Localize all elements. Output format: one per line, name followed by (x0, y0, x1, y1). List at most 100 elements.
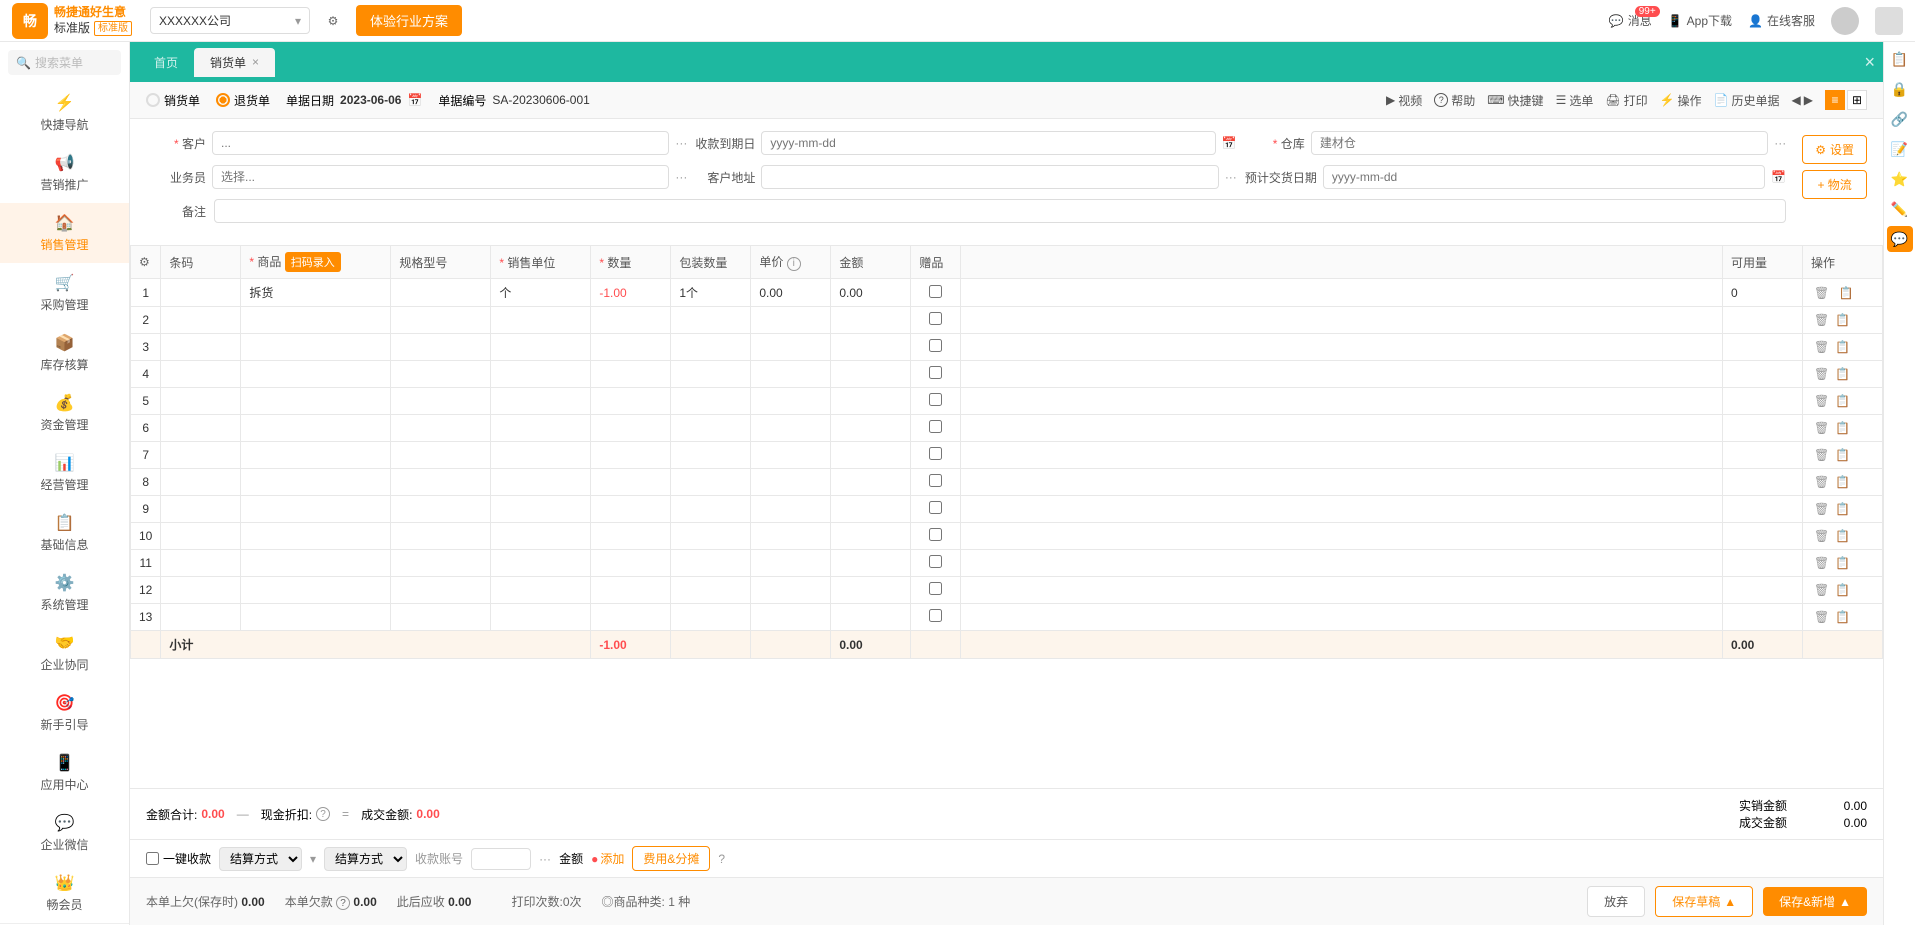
copy-row-12[interactable]: 📋 (1835, 583, 1850, 597)
sidebar-item-operations[interactable]: 📊 经营管理 (0, 443, 129, 503)
settlement-method-select2[interactable]: 结算方式 (324, 847, 407, 871)
copy-row-2[interactable]: 📋 (1835, 313, 1850, 327)
select-btn[interactable]: ☰ 选单 (1556, 92, 1594, 109)
copy-row-9[interactable]: 📋 (1835, 502, 1850, 516)
tab-close-icon[interactable]: × (252, 55, 259, 69)
sidebar-item-finance[interactable]: 💰 资金管理 (0, 383, 129, 443)
delete-row-5[interactable]: 🗑 (1814, 394, 1829, 408)
right-panel-btn-7[interactable]: 💬 (1887, 226, 1913, 252)
add-payment-btn[interactable]: ● 添加 (591, 850, 624, 867)
one-click-payment-label[interactable]: 一键收款 (146, 850, 211, 867)
tab-home[interactable]: 首页 (138, 48, 194, 77)
account-more-icon[interactable]: ··· (539, 852, 551, 866)
delete-row-10[interactable]: 🗑 (1814, 529, 1829, 543)
salesperson-more-icon[interactable]: ··· (675, 170, 687, 184)
address-more-icon[interactable]: ··· (1225, 170, 1237, 184)
delete-row-12[interactable]: 🗑 (1814, 583, 1829, 597)
spec-1[interactable] (391, 279, 491, 307)
sidebar-item-enterprise[interactable]: 🤝 企业协同 (0, 623, 129, 683)
warehouse-more-icon[interactable]: ··· (1774, 136, 1786, 150)
radio-return-order[interactable]: 退货单 (216, 92, 270, 109)
extra-avatar[interactable] (1875, 7, 1903, 35)
calendar-icon[interactable]: 📅 (407, 93, 422, 107)
due-date-input[interactable] (761, 131, 1215, 155)
settings-btn[interactable]: ⚙ 设置 (1802, 135, 1867, 164)
save-new-btn[interactable]: 保存&新增 ▲ (1763, 887, 1867, 916)
logistics-btn[interactable]: + 物流 (1802, 170, 1867, 199)
sidebar-item-purchase-mgmt[interactable]: 🛒 采购管理 (0, 263, 129, 323)
right-panel-btn-1[interactable]: 📋 (1887, 46, 1913, 72)
online-service-btn[interactable]: 👤 在线客服 (1748, 12, 1815, 29)
settings-icon-btn[interactable]: ⚙ (318, 6, 348, 36)
sidebar-item-app-center[interactable]: 📱 应用中心 (0, 743, 129, 803)
grid-view-btn[interactable]: ⊞ (1847, 90, 1867, 110)
help-btn[interactable]: ? 帮助 (1434, 92, 1475, 109)
right-panel-btn-5[interactable]: ⭐ (1887, 166, 1913, 192)
search-input-container[interactable]: 🔍 搜索菜单 (8, 50, 121, 75)
product-types-item[interactable]: ◎商品种类: 1 种 (602, 893, 691, 910)
delete-row-1[interactable]: 🗑 (1814, 286, 1829, 300)
amount-1[interactable]: 0.00 (831, 279, 911, 307)
customer-more-icon[interactable]: ··· (675, 136, 687, 150)
qty-1[interactable]: -1.00 (591, 279, 671, 307)
delete-row-11[interactable]: 🗑 (1814, 556, 1829, 570)
delete-row-7[interactable]: 🗑 (1814, 448, 1829, 462)
gift-checkbox-1[interactable] (929, 285, 942, 298)
sidebar-item-inventory[interactable]: 📦 库存核算 (0, 323, 129, 383)
copy-row-5[interactable]: 📋 (1835, 394, 1850, 408)
remark-input[interactable] (214, 199, 1786, 223)
delete-row-13[interactable]: 🗑 (1814, 610, 1829, 624)
product-1[interactable]: 拆货 (241, 279, 391, 307)
list-view-btn[interactable]: ≡ (1825, 90, 1845, 110)
discard-btn[interactable]: 放弃 (1587, 886, 1645, 917)
app-download-btn[interactable]: 📱 App下载 (1668, 12, 1732, 29)
tab-sales-order[interactable]: 销货单 × (194, 48, 275, 77)
copy-row-8[interactable]: 📋 (1835, 475, 1850, 489)
close-all-icon[interactable]: × (1864, 52, 1875, 73)
delete-row-8[interactable]: 🗑 (1814, 475, 1829, 489)
copy-row-6[interactable]: 📋 (1835, 421, 1850, 435)
cash-discount-info-icon[interactable]: ? (316, 807, 330, 821)
sidebar-item-guide[interactable]: 🎯 新手引导 (0, 683, 129, 743)
sidebar-item-member[interactable]: 👑 畅会员 (0, 863, 129, 923)
copy-row-4[interactable]: 📋 (1835, 367, 1850, 381)
sidebar-item-quick-nav[interactable]: ⚡ 快捷导航 (0, 83, 129, 143)
unit-price-info-icon[interactable]: i (787, 257, 801, 271)
sidebar-item-wechat[interactable]: 💬 企业微信 (0, 803, 129, 863)
delete-row-2[interactable]: 🗑 (1814, 313, 1829, 327)
copy-row-3[interactable]: 📋 (1835, 340, 1850, 354)
customer-input[interactable] (212, 131, 669, 155)
history-btn[interactable]: 📄 历史单据 (1714, 92, 1780, 109)
gift-1[interactable] (911, 279, 961, 307)
one-click-checkbox[interactable] (146, 852, 159, 865)
experience-button[interactable]: 体验行业方案 (356, 5, 462, 36)
expense-btn[interactable]: 费用&分摊 (632, 846, 710, 871)
right-panel-btn-3[interactable]: 🔗 (1887, 106, 1913, 132)
payment-help-icon[interactable]: ? (718, 852, 725, 866)
operations-btn[interactable]: ⚡ 操作 (1660, 92, 1702, 109)
shortcut-btn[interactable]: ⌨ 快捷键 (1487, 92, 1543, 109)
user-avatar[interactable] (1831, 7, 1859, 35)
expected-delivery-input[interactable] (1323, 165, 1765, 189)
unit-1[interactable]: 个 (491, 279, 591, 307)
warehouse-input[interactable] (1311, 131, 1768, 155)
account-input[interactable] (471, 848, 531, 870)
right-panel-btn-4[interactable]: 📝 (1887, 136, 1913, 162)
column-settings-icon[interactable]: ⚙ (139, 255, 150, 269)
customer-address-input[interactable] (761, 165, 1218, 189)
next-icon[interactable]: ▶ (1804, 93, 1813, 107)
copy-row-7[interactable]: 📋 (1835, 448, 1850, 462)
delete-row-3[interactable]: 🗑 (1814, 340, 1829, 354)
company-selector[interactable]: XXXXXX公司 ▾ (150, 7, 310, 34)
copy-row-1[interactable]: 📋 (1839, 286, 1854, 300)
total-owed-info-icon[interactable]: ? (336, 896, 350, 910)
prev-icon[interactable]: ◀ (1792, 93, 1801, 107)
radio-sales-order[interactable]: 销货单 (146, 92, 200, 109)
sidebar-item-sales-mgmt[interactable]: 🏠 销售管理 (0, 203, 129, 263)
sidebar-item-system-mgmt[interactable]: ⚙️ 系统管理 (0, 563, 129, 623)
video-btn[interactable]: ▶ 视频 (1386, 92, 1422, 109)
unit-price-1[interactable]: 0.00 (751, 279, 831, 307)
delete-row-9[interactable]: 🗑 (1814, 502, 1829, 516)
settlement-method-select[interactable]: 结算方式 (219, 847, 302, 871)
copy-row-13[interactable]: 📋 (1835, 610, 1850, 624)
